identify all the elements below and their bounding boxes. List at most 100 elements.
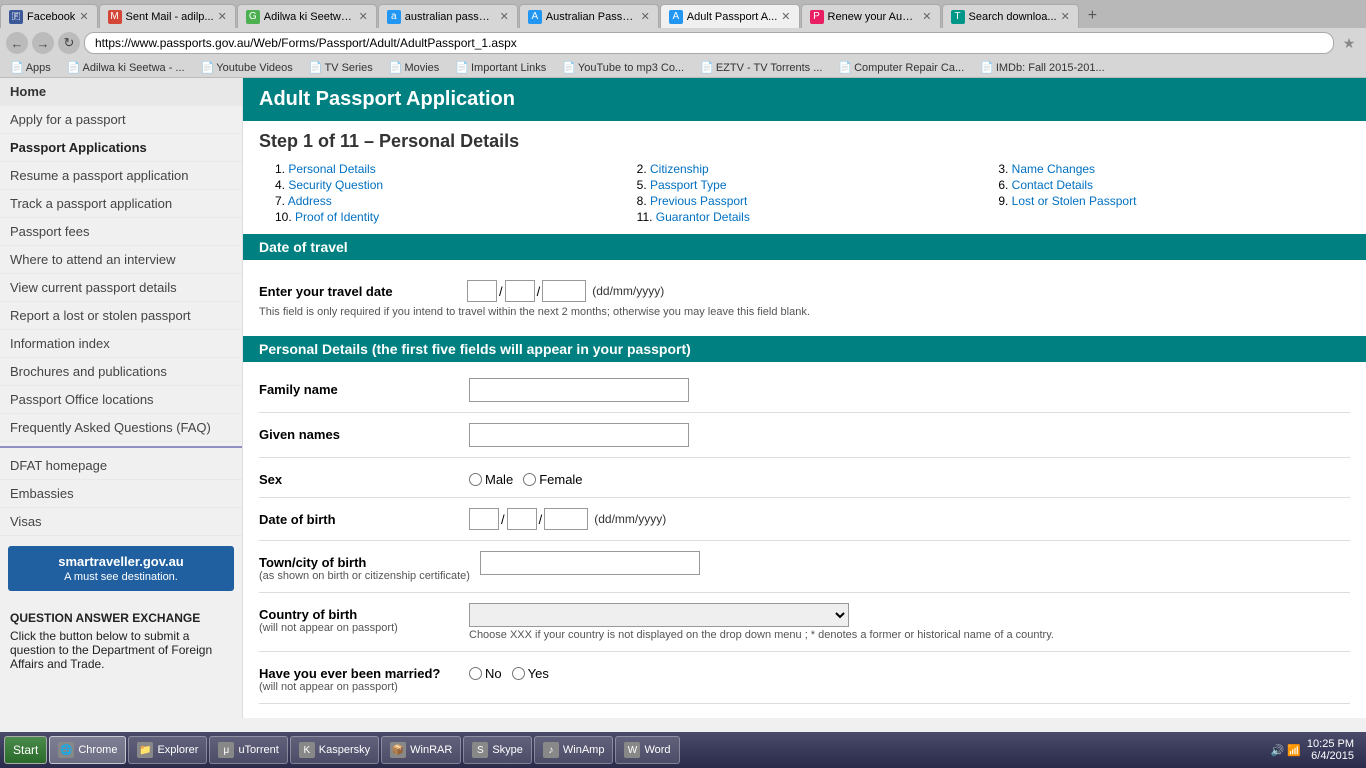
radio-option-female[interactable]: Female (523, 472, 582, 487)
bookmark-item-0[interactable]: 📄 Apps (6, 60, 55, 75)
form-separator (259, 540, 1350, 541)
tab-close-icon[interactable]: ✕ (781, 10, 790, 23)
sidebar-item-home[interactable]: Home (0, 78, 242, 106)
date-of-travel-section-bar: Date of travel (243, 234, 1366, 260)
tab-close-icon[interactable]: ✕ (218, 10, 227, 23)
step-nav-item-10: 10. Proof of Identity (275, 210, 627, 224)
bookmark-item-9[interactable]: 📄 IMDb: Fall 2015-201... (976, 60, 1109, 75)
bookmark-item-5[interactable]: 📄 Important Links (451, 60, 550, 75)
step-nav-link[interactable]: Address (288, 194, 332, 208)
new-tab-button[interactable]: + (1080, 5, 1105, 27)
browser-tab-t2[interactable]: M Sent Mail - adilp... ✕ (99, 4, 236, 28)
tab-close-icon[interactable]: ✕ (641, 10, 650, 23)
sidebar-secondary-dfat-homepage[interactable]: DFAT homepage (0, 452, 242, 480)
taskbar-app-winamp[interactable]: ♪ WinAmp (534, 736, 614, 764)
step-nav-link[interactable]: Lost or Stolen Passport (1012, 194, 1137, 208)
travel-date-day[interactable] (467, 280, 497, 302)
bookmark-label: Youtube Videos (216, 62, 292, 74)
text-input-given-names[interactable] (469, 423, 689, 447)
step-nav-link[interactable]: Contact Details (1012, 178, 1093, 192)
step-nav-link[interactable]: Previous Passport (650, 194, 747, 208)
browser-tab-t7[interactable]: P Renew your Aust... ✕ (801, 4, 941, 28)
sidebar-item-resume-a-passport-application[interactable]: Resume a passport application (0, 162, 242, 190)
url-input[interactable] (95, 36, 1323, 50)
sidebar-item-view-current-passport-details[interactable]: View current passport details (0, 274, 242, 302)
qa-section: QUESTION ANSWER EXCHANGE Click the butto… (0, 601, 242, 681)
form-row: Family name (259, 372, 1350, 408)
step-nav-link[interactable]: Passport Type (650, 178, 727, 192)
bookmark-item-7[interactable]: 📄 EZTV - TV Torrents ... (696, 60, 826, 75)
radio-input-no[interactable] (469, 667, 482, 680)
back-button[interactable]: ← (6, 32, 28, 54)
sidebar-item-passport-office-locations[interactable]: Passport Office locations (0, 386, 242, 414)
sidebar-item-information-index[interactable]: Information index (0, 330, 242, 358)
taskbar-app-word[interactable]: W Word (615, 736, 679, 764)
reload-button[interactable]: ↻ (58, 32, 80, 54)
browser-tab-t6[interactable]: A Adult Passport A... ✕ (660, 4, 800, 28)
travel-date-month[interactable] (505, 280, 535, 302)
taskbar-app-label: Kaspersky (319, 744, 370, 756)
text-input-family-name[interactable] (469, 378, 689, 402)
step-nav-link[interactable]: Name Changes (1012, 162, 1095, 176)
bookmark-item-6[interactable]: 📄 YouTube to mp3 Co... (558, 60, 688, 75)
sidebar-item-passport-applications[interactable]: Passport Applications (0, 134, 242, 162)
taskbar-app-winrar[interactable]: 📦 WinRAR (381, 736, 461, 764)
bookmark-star-button[interactable]: ★ (1338, 32, 1360, 54)
bookmark-icon: 📄 (700, 61, 714, 74)
smartraveller-box[interactable]: smartraveller.gov.au A must see destinat… (8, 546, 234, 591)
taskbar-app-chrome[interactable]: 🌐 Chrome (49, 736, 126, 764)
tab-close-icon[interactable]: ✕ (922, 10, 931, 23)
country-of-birth-select[interactable] (469, 603, 849, 627)
browser-tab-t1[interactable]: 🇫 Facebook ✕ (0, 4, 98, 28)
bookmark-item-3[interactable]: 📄 TV Series (305, 60, 377, 75)
sidebar-item-apply-for-a-passport[interactable]: Apply for a passport (0, 106, 242, 134)
radio-option-yes[interactable]: Yes (512, 666, 549, 681)
radio-option-no[interactable]: No (469, 666, 502, 681)
browser-tab-t4[interactable]: a australian passpo... ✕ (378, 4, 518, 28)
tab-close-icon[interactable]: ✕ (359, 10, 368, 23)
taskbar-app-explorer[interactable]: 📁 Explorer (128, 736, 207, 764)
taskbar-app-utorrent[interactable]: μ uTorrent (209, 736, 287, 764)
sidebar-item-frequently-asked-questions-faq[interactable]: Frequently Asked Questions (FAQ) (0, 414, 242, 442)
taskbar-app-kaspersky[interactable]: K Kaspersky (290, 736, 379, 764)
sidebar-item-track-a-passport-application[interactable]: Track a passport application (0, 190, 242, 218)
radio-input-yes[interactable] (512, 667, 525, 680)
browser-tab-t8[interactable]: T Search downloa... ✕ (942, 4, 1079, 28)
dob-month[interactable] (507, 508, 537, 530)
address-bar[interactable] (84, 32, 1334, 54)
step-nav-link[interactable]: Guarantor Details (656, 210, 750, 224)
bookmark-item-1[interactable]: 📄 Adilwa ki Seetwa - ... (63, 60, 189, 75)
radio-input-male[interactable] (469, 473, 482, 486)
sidebar-item-where-to-attend-an-interview[interactable]: Where to attend an interview (0, 246, 242, 274)
taskbar-app-icon: μ (218, 742, 234, 758)
travel-date-input-group: / / (dd/mm/yyyy) (467, 280, 664, 302)
step-nav-link[interactable]: Proof of Identity (295, 210, 379, 224)
taskbar-app-skype[interactable]: S Skype (463, 736, 532, 764)
browser-tab-t3[interactable]: G Adilwa ki Seetwa ... ✕ (237, 4, 377, 28)
radio-input-female[interactable] (523, 473, 536, 486)
sidebar-item-brochures-and-publications[interactable]: Brochures and publications (0, 358, 242, 386)
sidebar-secondary-embassies[interactable]: Embassies (0, 480, 242, 508)
bookmark-item-2[interactable]: 📄 Youtube Videos (197, 60, 297, 75)
bookmark-item-8[interactable]: 📄 Computer Repair Ca... (834, 60, 968, 75)
radio-option-male[interactable]: Male (469, 472, 513, 487)
forward-button[interactable]: → (32, 32, 54, 54)
tab-close-icon[interactable]: ✕ (1061, 10, 1070, 23)
step-nav-link[interactable]: Security Question (288, 178, 383, 192)
dob-day[interactable] (469, 508, 499, 530)
step-nav-link[interactable]: Citizenship (650, 162, 709, 176)
sidebar-secondary-visas[interactable]: Visas (0, 508, 242, 536)
start-button[interactable]: Start (4, 736, 47, 764)
travel-date-year[interactable] (542, 280, 586, 302)
field-input-area: Choose XXX if your country is not displa… (469, 603, 1054, 641)
bookmark-item-4[interactable]: 📄 Movies (385, 60, 444, 75)
tab-close-icon[interactable]: ✕ (500, 10, 509, 23)
sidebar-item-passport-fees[interactable]: Passport fees (0, 218, 242, 246)
text-input-town/city-of-birth[interactable] (480, 551, 700, 575)
browser-tab-t5[interactable]: A Australian Passpo... ✕ (519, 4, 659, 28)
tab-close-icon[interactable]: ✕ (79, 10, 88, 23)
dob-year[interactable] (544, 508, 588, 530)
step-nav-link[interactable]: Personal Details (288, 162, 375, 176)
clock: 10:25 PM 6/4/2015 (1307, 738, 1354, 762)
sidebar-item-report-a-lost-or-stolen-passport[interactable]: Report a lost or stolen passport (0, 302, 242, 330)
